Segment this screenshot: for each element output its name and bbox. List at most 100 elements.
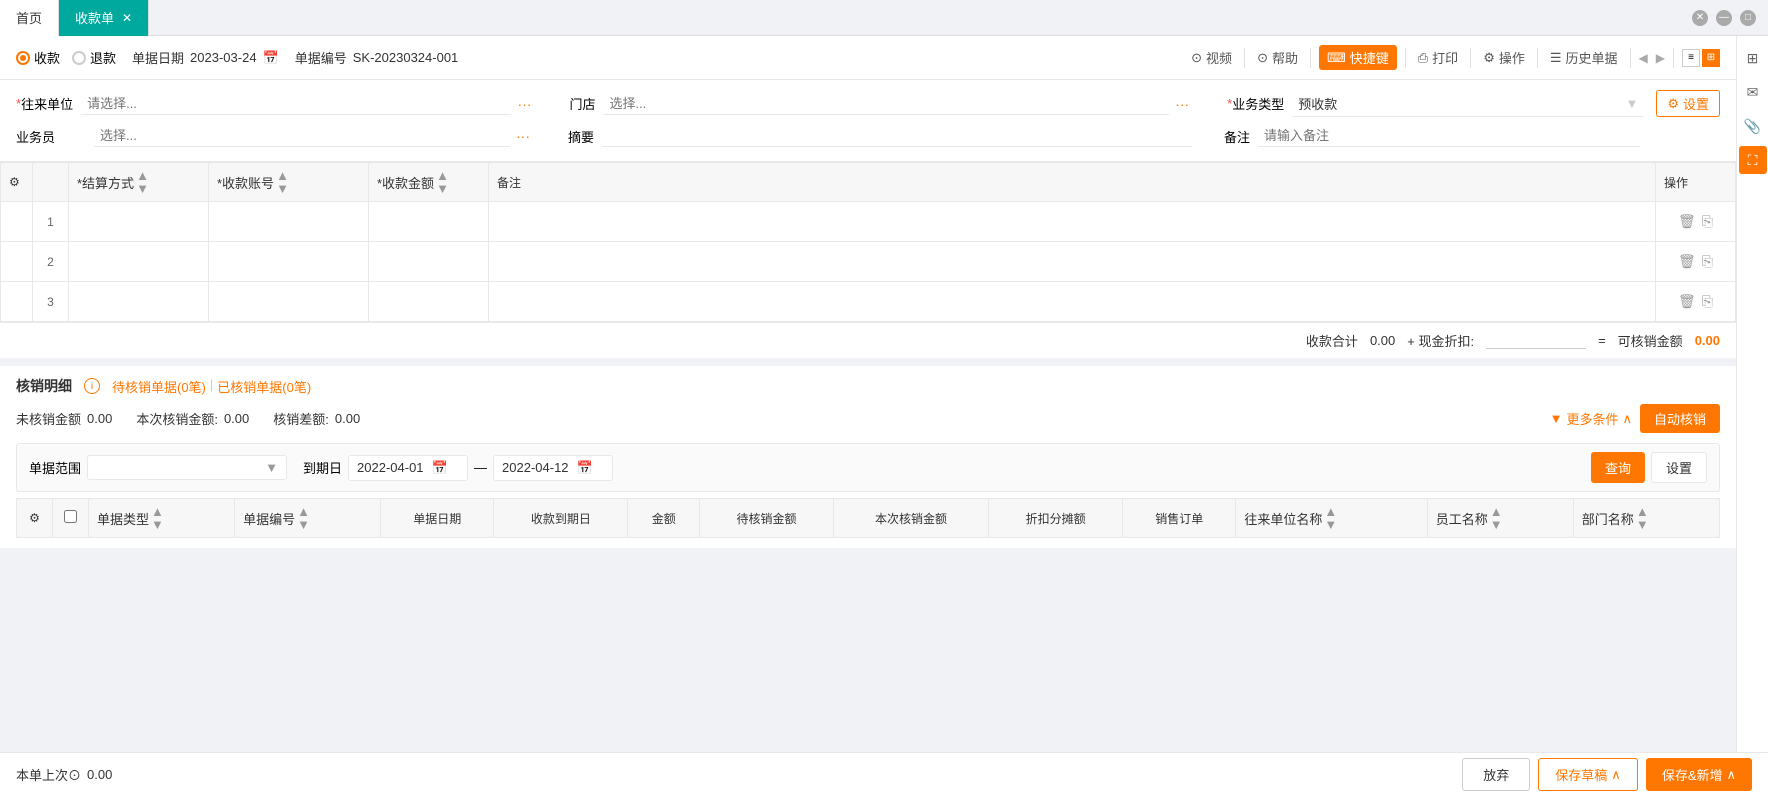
auto-verify-btn[interactable]: 自动核销 xyxy=(1640,404,1720,433)
current-value: 0.00 xyxy=(224,411,249,426)
verify-tabs: 待核销单据(0笔) | 已核销单据(0笔) xyxy=(112,377,311,396)
form-area: * 往来单位 ··· 门店 ··· * 业务类型 预收款 ▼ xyxy=(0,80,1736,162)
salesperson-input[interactable] xyxy=(94,125,510,147)
pending-tab-link[interactable]: 待核销单据(0笔) xyxy=(112,377,206,396)
history-btn[interactable]: ☰ 历史单据 xyxy=(1546,46,1622,69)
td-action-3: 🗑 ⎘ xyxy=(1656,282,1736,322)
sidebar-table-icon[interactable]: ⊞ xyxy=(1739,44,1767,72)
layout-grid-icon[interactable]: ⊞ xyxy=(1702,49,1720,67)
copy-row-2-btn[interactable]: ⎘ xyxy=(1702,253,1713,270)
save-draft-btn[interactable]: 保存草稿 ∧ xyxy=(1538,758,1638,791)
bth-check[interactable] xyxy=(53,499,89,538)
query-btn[interactable]: 查询 xyxy=(1591,452,1645,483)
td-account-2[interactable] xyxy=(209,242,369,282)
td-num-3: 3 xyxy=(33,282,69,322)
help-icon: ⊙ xyxy=(1257,50,1268,66)
save-new-btn[interactable]: 保存&新增 ∧ xyxy=(1646,758,1752,791)
salesperson-more-btn[interactable]: ··· xyxy=(510,128,536,144)
sort-counterpart[interactable]: ▲▼ xyxy=(1324,505,1337,531)
tab-home-label: 首页 xyxy=(16,8,42,27)
radio-refund[interactable]: 退款 xyxy=(72,48,116,67)
window-close-btn[interactable]: ✕ xyxy=(1692,10,1708,26)
nav-next[interactable]: ▶ xyxy=(1656,51,1665,65)
diff-label: 核销差额: xyxy=(273,409,329,428)
remark-label: 备注 xyxy=(1224,127,1250,146)
counterpart-more-btn[interactable]: ··· xyxy=(511,96,537,112)
sidebar-attach-icon[interactable]: 📎 xyxy=(1739,112,1767,140)
sort-dept[interactable]: ▲▼ xyxy=(1636,505,1649,531)
sort-employee[interactable]: ▲▼ xyxy=(1490,505,1503,531)
td-note-3[interactable] xyxy=(489,282,1656,322)
action-btn[interactable]: ⚙ 操作 xyxy=(1479,46,1529,69)
filter-settings-btn[interactable]: 设置 xyxy=(1651,452,1707,483)
th-settings[interactable]: ⚙ xyxy=(1,163,33,202)
bth-dept: 部门名称 ▲▼ xyxy=(1573,499,1719,538)
video-btn[interactable]: ⊙ 视频 xyxy=(1187,46,1236,69)
shop-input[interactable] xyxy=(603,93,1169,115)
dropdown-icon: ▼ xyxy=(1625,96,1638,111)
td-payment-2[interactable] xyxy=(69,242,209,282)
form-settings-btn[interactable]: ⚙ 设置 xyxy=(1656,90,1720,117)
select-all-checkbox[interactable] xyxy=(64,510,77,523)
copy-row-3-btn[interactable]: ⎘ xyxy=(1702,293,1713,310)
td-amount-2[interactable] xyxy=(369,242,489,282)
bth-counterpart: 往来单位名称 ▲▼ xyxy=(1236,499,1427,538)
copy-row-1-btn[interactable]: ⎘ xyxy=(1702,213,1713,230)
td-account-3[interactable] xyxy=(209,282,369,322)
summary-input[interactable] xyxy=(602,125,1192,147)
th-action: 操作 xyxy=(1656,163,1736,202)
more-filter-btn[interactable]: ▼ 更多条件 ∧ xyxy=(1550,409,1632,428)
td-account-1[interactable] xyxy=(209,202,369,242)
td-payment-3[interactable] xyxy=(69,282,209,322)
print-btn[interactable]: ⎙ 打印 xyxy=(1414,46,1462,69)
completed-tab-link[interactable]: 已核销单据(0笔) xyxy=(217,377,311,396)
delete-row-3-btn[interactable]: 🗑 xyxy=(1678,293,1696,310)
sort-icon-account[interactable]: ▲▼ xyxy=(276,169,289,195)
date-from-input[interactable]: 2022-04-01 📅 xyxy=(348,455,468,481)
calendar-icon[interactable]: 📅 xyxy=(263,50,279,66)
help-btn[interactable]: ⊙ 帮助 xyxy=(1253,46,1302,69)
td-amount-1[interactable] xyxy=(369,202,489,242)
remark-input[interactable] xyxy=(1258,125,1640,147)
counterpart-input[interactable] xyxy=(81,93,511,115)
tab-home[interactable]: 首页 xyxy=(0,0,59,36)
date-to-input[interactable]: 2022-04-12 📅 xyxy=(493,455,613,481)
td-note-2[interactable] xyxy=(489,242,1656,282)
sidebar-email-icon[interactable]: ✉ xyxy=(1739,78,1767,106)
tab-receipt[interactable]: 收款单 ✕ xyxy=(59,0,149,36)
radio-receipt[interactable]: 收款 xyxy=(16,48,60,67)
doc-range-select[interactable]: ▼ xyxy=(87,455,287,480)
equals-label: = xyxy=(1598,333,1606,348)
delete-row-2-btn[interactable]: 🗑 xyxy=(1678,253,1696,270)
counterpart-field: * 往来单位 ··· xyxy=(16,93,537,115)
delete-row-1-btn[interactable]: 🗑 xyxy=(1678,213,1696,230)
sort-doc-num[interactable]: ▲▼ xyxy=(297,505,310,531)
shop-more-btn[interactable]: ··· xyxy=(1169,96,1195,112)
sort-icon-amount[interactable]: ▲▼ xyxy=(436,169,449,195)
layout-list-icon[interactable]: ≡ xyxy=(1682,49,1700,67)
sort-doc-type[interactable]: ▲▼ xyxy=(151,505,164,531)
th-note: 备注 xyxy=(489,163,1656,202)
window-min-btn[interactable]: — xyxy=(1716,10,1732,26)
total-value: 0.00 xyxy=(1370,333,1395,348)
table-row-1: 1 🗑 ⎘ xyxy=(1,202,1736,242)
abandon-btn[interactable]: 放弃 xyxy=(1462,758,1530,791)
available-label: 可核销金额 xyxy=(1618,331,1683,350)
verify-info-icon[interactable]: i xyxy=(84,378,100,394)
bth-settings[interactable]: ⚙ xyxy=(17,499,53,538)
nav-prev[interactable]: ◀ xyxy=(1639,51,1648,65)
biz-type-select[interactable]: 预收款 ▼ xyxy=(1292,91,1644,117)
td-note-1[interactable] xyxy=(489,202,1656,242)
print-icon: ⎙ xyxy=(1418,50,1428,66)
sort-icon-payment[interactable]: ▲▼ xyxy=(136,169,149,195)
layout-icons: ≡ ⊞ xyxy=(1682,49,1720,67)
th-account: *收款账号 ▲▼ xyxy=(209,163,369,202)
discount-input[interactable] xyxy=(1486,333,1586,349)
td-payment-1[interactable] xyxy=(69,202,209,242)
window-max-btn[interactable]: □ xyxy=(1740,10,1756,26)
td-amount-3[interactable] xyxy=(369,282,489,322)
shortcut-btn[interactable]: ⌨ 快捷键 xyxy=(1319,45,1397,70)
tab-close-icon[interactable]: ✕ xyxy=(122,11,132,25)
sidebar-expand-icon[interactable]: ⛶ xyxy=(1739,146,1767,174)
th-num xyxy=(33,163,69,202)
